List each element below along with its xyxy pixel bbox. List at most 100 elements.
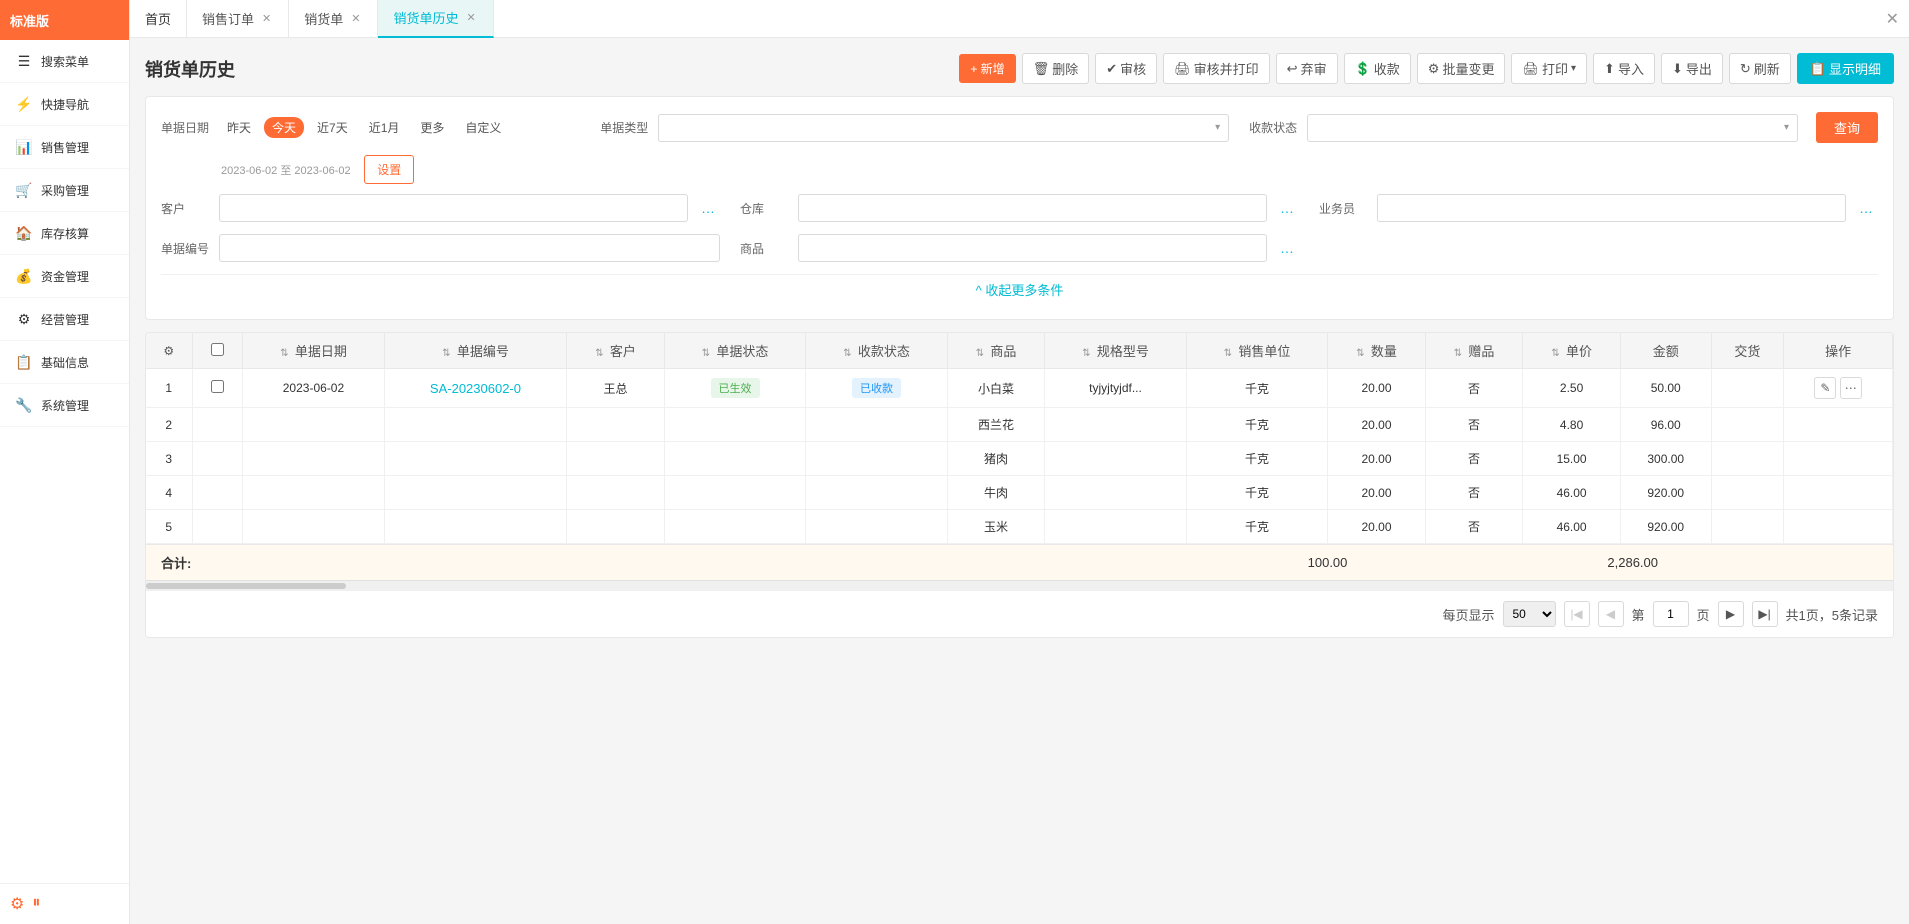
- col-price[interactable]: 单价: [1523, 333, 1621, 369]
- tab-close-sales-delivery[interactable]: ✕: [349, 10, 362, 27]
- row-qty: 20.00: [1328, 369, 1426, 408]
- tab-close-sales-history[interactable]: ✕: [465, 9, 478, 26]
- import-button[interactable]: ⬆ 导入: [1593, 53, 1655, 84]
- row-checkbox[interactable]: [192, 408, 243, 442]
- tab-sales-delivery[interactable]: 销货单 ✕: [289, 0, 378, 38]
- sidebar-item-inventory[interactable]: 🏠 库存核算: [0, 212, 129, 255]
- doc-no-input[interactable]: [219, 234, 720, 262]
- date-pill-yesterday[interactable]: 昨天: [219, 117, 259, 138]
- export-button[interactable]: ⬇ 导出: [1661, 53, 1723, 84]
- tab-close-sales-order[interactable]: ✕: [260, 10, 273, 27]
- page-label: 第: [1632, 605, 1645, 624]
- date-pill-today[interactable]: 今天: [264, 117, 304, 138]
- col-doc-no[interactable]: 单据编号: [384, 333, 567, 369]
- sidebar-settings-icon[interactable]: ⚙: [10, 894, 24, 914]
- select-all-checkbox[interactable]: [211, 343, 224, 356]
- row-checkbox[interactable]: [192, 442, 243, 476]
- col-gift[interactable]: 赠品: [1425, 333, 1523, 369]
- per-page-select[interactable]: 50 100 200: [1503, 601, 1556, 627]
- row-checkbox[interactable]: [192, 476, 243, 510]
- row-checkbox[interactable]: [192, 369, 243, 408]
- pay-status-select[interactable]: ▾: [1307, 114, 1798, 142]
- customer-dots[interactable]: …: [696, 200, 720, 216]
- export-icon: ⬇: [1672, 61, 1683, 77]
- prev-page-button[interactable]: ◀: [1598, 601, 1624, 627]
- collapse-button[interactable]: ^ 收起更多条件: [161, 274, 1878, 304]
- col-qty[interactable]: 数量: [1328, 333, 1426, 369]
- row-amount: 920.00: [1620, 476, 1711, 510]
- col-pay-status[interactable]: 收款状态: [806, 333, 947, 369]
- filter-doc-no: 单据编号: [161, 234, 720, 262]
- row-qty: 20.00: [1328, 408, 1426, 442]
- sidebar-item-search-menu[interactable]: ☰ 搜索菜单: [0, 40, 129, 83]
- sidebar-item-sys-mgmt[interactable]: 🔧 系统管理: [0, 384, 129, 427]
- sidebar-item-sales-mgmt[interactable]: 📊 销售管理: [0, 126, 129, 169]
- col-customer[interactable]: 客户: [567, 333, 665, 369]
- setting-button[interactable]: 设置: [364, 155, 414, 184]
- col-unit[interactable]: 销售单位: [1186, 333, 1327, 369]
- refresh-button[interactable]: ↻ 刷新: [1729, 53, 1791, 84]
- salesman-dots[interactable]: …: [1854, 200, 1878, 216]
- abandon-button[interactable]: ↩ 弃审: [1276, 53, 1338, 84]
- row-action: [1784, 442, 1893, 476]
- sidebar-item-basic-info[interactable]: 📋 基础信息: [0, 341, 129, 384]
- tab-sales-order[interactable]: 销售订单 ✕: [187, 0, 289, 38]
- col-date[interactable]: 单据日期: [243, 333, 384, 369]
- total-amount: 2,286.00: [1607, 555, 1658, 570]
- tabs-close-all[interactable]: ✕: [1886, 9, 1909, 29]
- doc-no-link[interactable]: SA-20230602-0: [430, 381, 521, 396]
- next-page-button[interactable]: ▶: [1718, 601, 1744, 627]
- pay-status-badge: 已收款: [852, 378, 901, 398]
- goods-dots[interactable]: …: [1275, 240, 1299, 256]
- row-gift: 否: [1425, 408, 1523, 442]
- new-button[interactable]: + 新增: [959, 54, 1015, 83]
- more-action-btn[interactable]: ⋯: [1840, 377, 1862, 399]
- sidebar-item-quick-nav[interactable]: ⚡ 快捷导航: [0, 83, 129, 126]
- row-checkbox[interactable]: [192, 510, 243, 544]
- print-button[interactable]: 🖨 打印 ▾: [1511, 53, 1587, 84]
- table-scroll[interactable]: ⚙ 单据日期 单据编号 客户 单: [146, 333, 1893, 544]
- sidebar-item-ops-mgmt[interactable]: ⚙ 经营管理: [0, 298, 129, 341]
- filter-date: 单据日期 昨天 今天 近7天 近1月 更多 自定义: [161, 117, 580, 138]
- goods-input[interactable]: [798, 234, 1267, 262]
- col-spec[interactable]: 规格型号: [1045, 333, 1186, 369]
- batch-change-button[interactable]: ⚙ 批量变更: [1417, 53, 1506, 84]
- date-pill-1month[interactable]: 近1月: [361, 117, 408, 138]
- first-page-button[interactable]: |◀: [1564, 601, 1590, 627]
- date-pill-more[interactable]: 更多: [412, 117, 452, 138]
- tab-home[interactable]: 首页: [130, 0, 187, 38]
- date-pill-custom[interactable]: 自定义: [457, 117, 509, 138]
- audit-button[interactable]: ✔ 审核: [1095, 53, 1157, 84]
- warehouse-input[interactable]: [798, 194, 1267, 222]
- customer-input[interactable]: [219, 194, 688, 222]
- table-row: 2 西兰花 千克 20.00 否 4.80 96.00: [146, 408, 1893, 442]
- date-pill-7days[interactable]: 近7天: [309, 117, 356, 138]
- query-button[interactable]: 查询: [1816, 112, 1878, 143]
- doc-type-select[interactable]: ▾: [658, 114, 1229, 142]
- abandon-icon: ↩: [1287, 61, 1298, 77]
- col-goods[interactable]: 商品: [947, 333, 1045, 369]
- col-doc-status[interactable]: 单据状态: [664, 333, 805, 369]
- row-unit: 千克: [1186, 369, 1327, 408]
- row-transaction: [1711, 476, 1784, 510]
- sidebar-item-fund-mgmt[interactable]: 💰 资金管理: [0, 255, 129, 298]
- last-page-button[interactable]: ▶|: [1752, 601, 1778, 627]
- collect-button[interactable]: 💲 收款: [1344, 53, 1411, 84]
- row-gift: 否: [1425, 442, 1523, 476]
- display-detail-button[interactable]: 📋 显示明细: [1797, 53, 1894, 84]
- horizontal-scrollbar[interactable]: [146, 580, 1893, 590]
- sidebar-collapse-icon[interactable]: ⏸: [32, 894, 40, 914]
- salesman-input[interactable]: [1377, 194, 1846, 222]
- page-number-input[interactable]: [1653, 601, 1689, 627]
- filter-row-2: 客户 … 仓库 … 业务员 …: [161, 194, 1878, 222]
- audit-print-button[interactable]: 🖨 审核并打印: [1163, 53, 1270, 84]
- edit-action-btn[interactable]: ✎: [1814, 377, 1836, 399]
- row-goods: 小白菜: [947, 369, 1045, 408]
- row-unit: 千克: [1186, 408, 1327, 442]
- sidebar-item-purchase-mgmt[interactable]: 🛒 采购管理: [0, 169, 129, 212]
- tab-sales-history[interactable]: 销货单历史 ✕: [378, 0, 493, 38]
- col-settings[interactable]: ⚙: [146, 333, 192, 369]
- sidebar-item-label: 资金管理: [41, 268, 89, 285]
- delete-button[interactable]: 🗑 删除: [1022, 53, 1090, 84]
- warehouse-dots[interactable]: …: [1275, 200, 1299, 216]
